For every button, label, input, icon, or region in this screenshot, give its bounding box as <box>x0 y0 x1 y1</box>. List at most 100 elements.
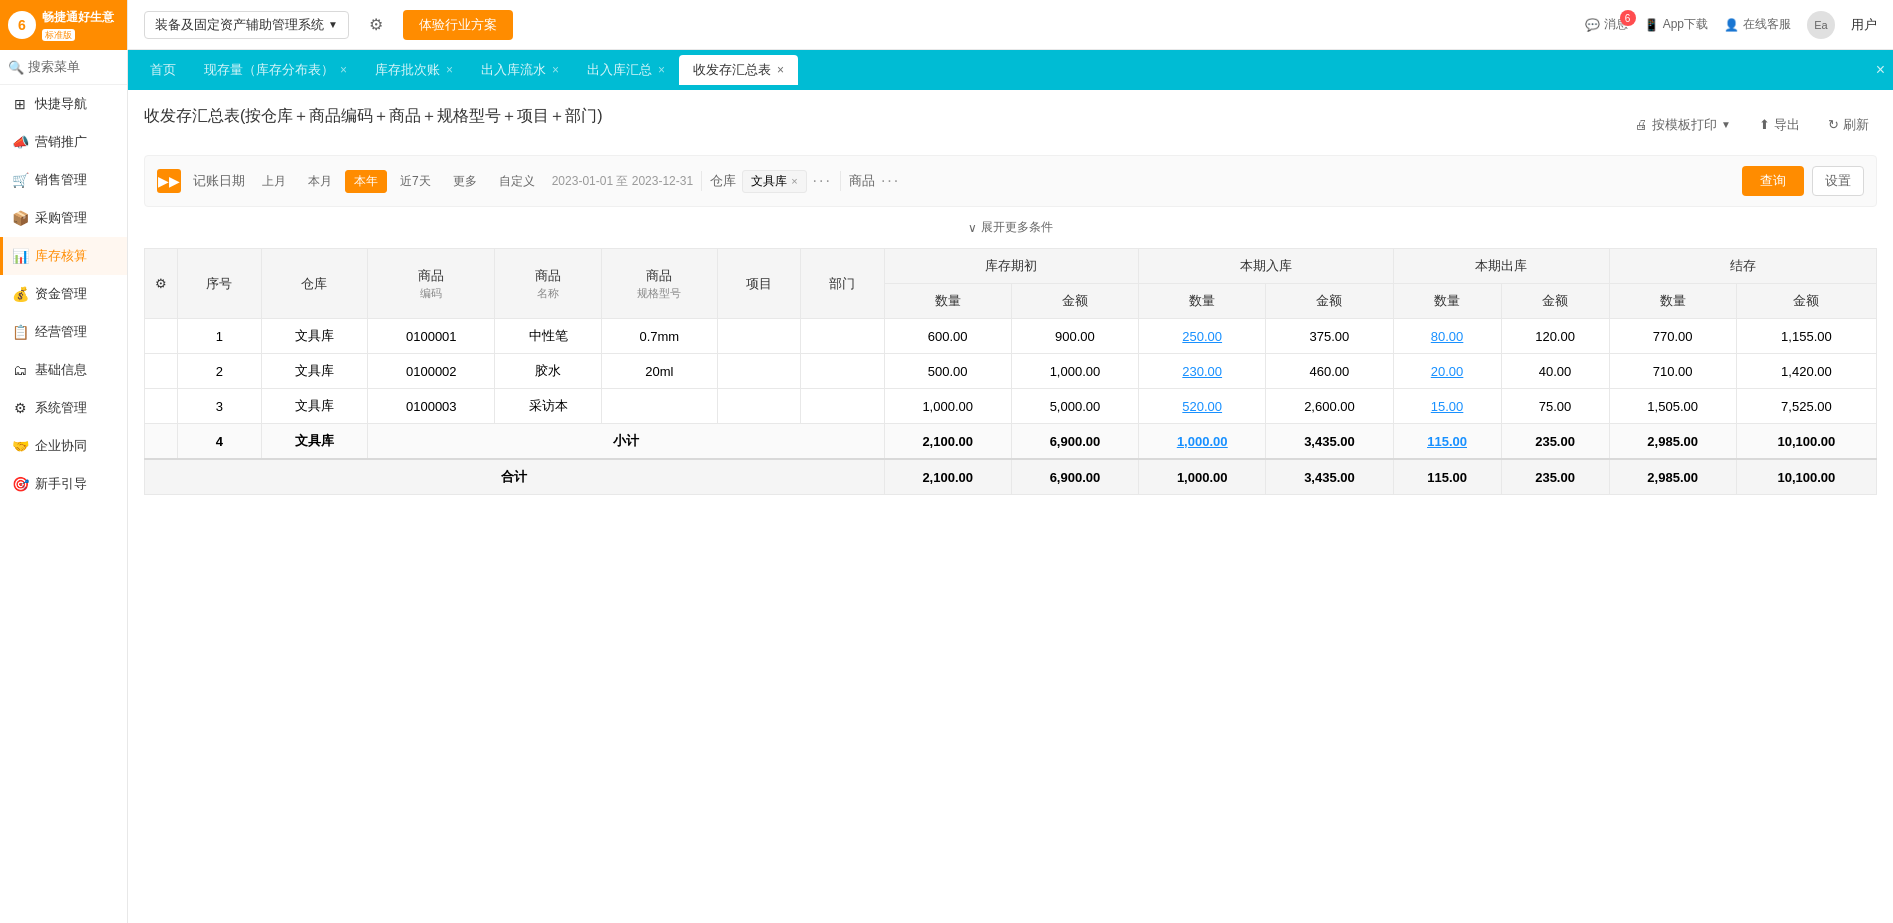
sidebar-item-basic[interactable]: 🗂 基础信息 <box>0 351 127 389</box>
tab-in-out-summary-close[interactable]: × <box>658 63 665 77</box>
date-btn-more[interactable]: 更多 <box>444 170 486 193</box>
tab-recv-send-summary[interactable]: 收发存汇总表 × <box>679 55 798 85</box>
tab-recv-send-summary-close[interactable]: × <box>777 63 784 77</box>
logo-text: 畅捷通好生意 标准版 <box>42 9 114 42</box>
date-filter-label: 记账日期 <box>193 172 245 190</box>
date-btn-prev-month[interactable]: 上月 <box>253 170 295 193</box>
sidebar-search[interactable]: 🔍 搜索菜单 <box>0 50 127 85</box>
table-row: 1 文具库 0100001 中性笔 0.7mm 600.00 900.00 25… <box>145 319 1877 354</box>
filter-settings-button[interactable]: 设置 <box>1812 166 1864 196</box>
col-name-header: 商品名称 <box>495 249 602 319</box>
row-out-qty[interactable]: 15.00 <box>1393 389 1501 424</box>
row-in-amt: 2,600.00 <box>1266 389 1393 424</box>
row-no: 1 <box>178 319 262 354</box>
out-amt-header: 金额 <box>1501 284 1609 319</box>
tab-batch-account[interactable]: 库存批次账 × <box>361 55 467 85</box>
col-in-header: 本期入库 <box>1139 249 1394 284</box>
tab-in-out-flow[interactable]: 出入库流水 × <box>467 55 573 85</box>
topbar-right: 💬 消息 6 📱 App下载 👤 在线客服 Ea 用户 <box>1585 11 1877 39</box>
print-dropdown-icon: ▼ <box>1721 119 1731 130</box>
row-in-qty[interactable]: 520.00 <box>1139 389 1266 424</box>
sidebar-item-operations[interactable]: 📋 经营管理 <box>0 313 127 351</box>
table-row: 3 文具库 0100003 采访本 1,000.00 5,000.00 520.… <box>145 389 1877 424</box>
sidebar-item-quick-nav[interactable]: ⊞ 快捷导航 <box>0 85 127 123</box>
out-qty-header: 数量 <box>1393 284 1501 319</box>
tab-batch-account-close[interactable]: × <box>446 63 453 77</box>
online-service-button[interactable]: 👤 在线客服 <box>1724 16 1791 33</box>
sidebar-item-enterprise[interactable]: 🤝 企业协同 <box>0 427 127 465</box>
row-bal-amt: 7,525.00 <box>1736 389 1876 424</box>
message-badge: 6 <box>1620 10 1636 26</box>
refresh-icon: ↻ <box>1828 117 1839 132</box>
row-open-amt: 5,000.00 <box>1011 389 1138 424</box>
goods-filter-more[interactable]: ··· <box>881 172 900 190</box>
tabbar-close-all[interactable]: × <box>1876 61 1885 79</box>
col-settings-header[interactable]: ⚙ <box>145 249 178 319</box>
date-btn-custom[interactable]: 自定义 <box>490 170 544 193</box>
tab-inventory-dist-close[interactable]: × <box>340 63 347 77</box>
subtotal-in-qty[interactable]: 1,000.00 <box>1139 424 1266 460</box>
sidebar-item-label: 企业协同 <box>35 437 87 455</box>
trial-button[interactable]: 体验行业方案 <box>403 10 513 40</box>
filter-toggle-button[interactable]: ▶▶ <box>157 169 181 193</box>
row-project <box>717 319 801 354</box>
row-in-qty[interactable]: 250.00 <box>1139 319 1266 354</box>
date-btn-this-year[interactable]: 本年 <box>345 170 387 193</box>
print-icon: 🖨 <box>1635 117 1648 132</box>
data-table: ⚙ 序号 仓库 商品编码 商品名称 商品规格型号 项目 部门 库存期初 本期入库… <box>144 248 1877 495</box>
row-out-qty[interactable]: 80.00 <box>1393 319 1501 354</box>
content-area: 收发存汇总表(按仓库＋商品编码＋商品＋规格型号＋项目＋部门) 🖨 按模板打印 ▼… <box>128 90 1893 923</box>
tab-in-out-summary-label: 出入库汇总 <box>587 61 652 79</box>
sidebar-item-system[interactable]: ⚙ 系统管理 <box>0 389 127 427</box>
print-button[interactable]: 🖨 按模板打印 ▼ <box>1627 112 1739 138</box>
expand-more-button[interactable]: ∨ 展开更多条件 <box>144 215 1877 240</box>
system-selector[interactable]: 装备及固定资产辅助管理系统 ▼ <box>144 11 349 39</box>
col-no-header: 序号 <box>178 249 262 319</box>
tab-in-out-flow-close[interactable]: × <box>552 63 559 77</box>
sidebar-item-purchase[interactable]: 📦 采购管理 <box>0 199 127 237</box>
user-avatar[interactable]: Ea <box>1807 11 1835 39</box>
open-qty-header: 数量 <box>884 284 1011 319</box>
warehouse-filter-more[interactable]: ··· <box>813 172 832 190</box>
date-btn-7days[interactable]: 近7天 <box>391 170 440 193</box>
row-out-amt: 120.00 <box>1501 319 1609 354</box>
query-button[interactable]: 查询 <box>1742 166 1804 196</box>
export-button[interactable]: ⬆ 导出 <box>1751 112 1808 138</box>
row-spec: 20ml <box>602 354 718 389</box>
filter-section: 记账日期 上月 本月 本年 近7天 更多 自定义 2023-01-01 至 20… <box>193 170 1730 193</box>
row-bal-amt: 1,420.00 <box>1736 354 1876 389</box>
row-bal-qty: 770.00 <box>1609 319 1736 354</box>
app-download-label: App下载 <box>1663 16 1708 33</box>
settings-gear-icon[interactable]: ⚙ <box>361 10 391 40</box>
row-in-qty[interactable]: 230.00 <box>1139 354 1266 389</box>
tab-in-out-summary[interactable]: 出入库汇总 × <box>573 55 679 85</box>
app-download-button[interactable]: 📱 App下载 <box>1644 16 1708 33</box>
col-opening-header: 库存期初 <box>884 249 1139 284</box>
user-label[interactable]: 用户 <box>1851 16 1877 34</box>
row-name: 中性笔 <box>495 319 602 354</box>
refresh-button[interactable]: ↻ 刷新 <box>1820 112 1877 138</box>
in-qty-header: 数量 <box>1139 284 1266 319</box>
row-out-qty[interactable]: 20.00 <box>1393 354 1501 389</box>
sidebar-item-label: 资金管理 <box>35 285 87 303</box>
tab-inventory-dist[interactable]: 现存量（库存分布表） × <box>190 55 361 85</box>
row-settings <box>145 319 178 354</box>
sidebar-item-sales[interactable]: 🛒 销售管理 <box>0 161 127 199</box>
col-out-header: 本期出库 <box>1393 249 1609 284</box>
sidebar-item-finance[interactable]: 💰 资金管理 <box>0 275 127 313</box>
subtotal-out-amt: 235.00 <box>1501 424 1609 460</box>
bal-qty-header: 数量 <box>1609 284 1736 319</box>
sidebar-item-guide[interactable]: 🎯 新手引导 <box>0 465 127 503</box>
date-btn-this-month[interactable]: 本月 <box>299 170 341 193</box>
message-button[interactable]: 💬 消息 6 <box>1585 16 1628 33</box>
sidebar-item-inventory[interactable]: 📊 库存核算 <box>0 237 127 275</box>
date-range-display: 2023-01-01 至 2023-12-31 <box>552 173 693 190</box>
sidebar-item-label: 新手引导 <box>35 475 87 493</box>
warehouse-tag-close[interactable]: × <box>791 175 797 187</box>
tab-home[interactable]: 首页 <box>136 55 190 85</box>
sidebar-item-marketing[interactable]: 📣 营销推广 <box>0 123 127 161</box>
sidebar-item-label: 营销推广 <box>35 133 87 151</box>
sidebar-item-label: 基础信息 <box>35 361 87 379</box>
print-label: 按模板打印 <box>1652 116 1717 134</box>
subtotal-out-qty[interactable]: 115.00 <box>1393 424 1501 460</box>
